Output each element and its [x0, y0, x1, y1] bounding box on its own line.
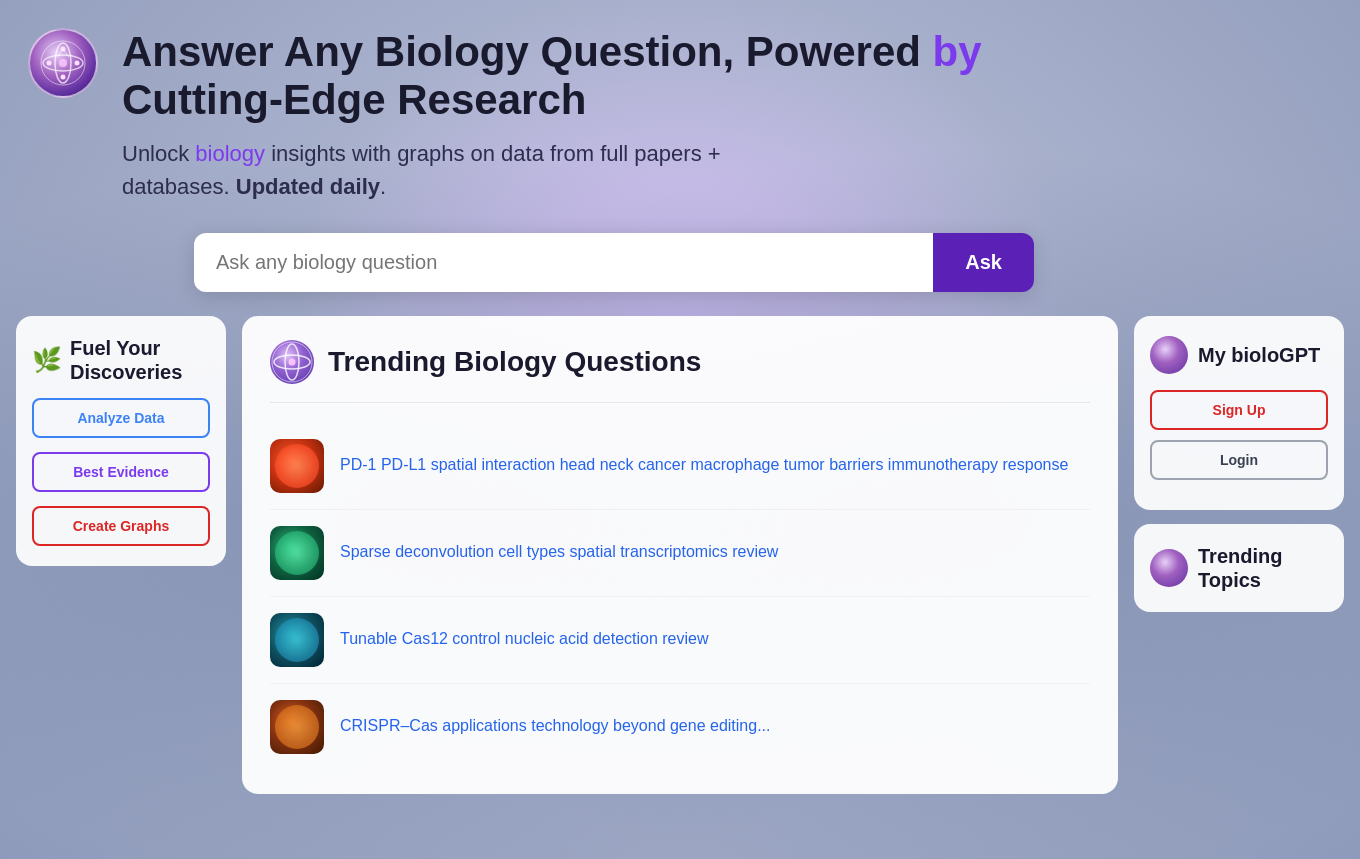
page-title: Answer Any Biology Question, Powered byC…: [122, 28, 982, 125]
table-row[interactable]: PD-1 PD-L1 spatial interaction head neck…: [270, 423, 1090, 510]
biolo-gpt-card: My bioloGPT Sign Up Login: [1134, 316, 1344, 510]
svg-point-5: [47, 61, 52, 66]
question-list: PD-1 PD-L1 spatial interaction head neck…: [270, 423, 1090, 770]
panel-divider: [270, 402, 1090, 403]
biolo-icon: [1150, 336, 1188, 374]
biolo-gpt-title: My bioloGPT: [1150, 336, 1328, 374]
question-thumbnail: [270, 526, 324, 580]
main-content: 🌿 Fuel Your Discoveries Analyze Data Bes…: [0, 316, 1360, 859]
fuel-icon: 🌿: [32, 346, 62, 374]
search-input[interactable]: [194, 233, 933, 292]
question-link[interactable]: PD-1 PD-L1 spatial interaction head neck…: [340, 454, 1068, 476]
login-button[interactable]: Login: [1150, 440, 1328, 480]
table-row[interactable]: Sparse deconvolution cell types spatial …: [270, 510, 1090, 597]
svg-point-6: [75, 61, 80, 66]
trending-icon: [1150, 549, 1188, 587]
question-link[interactable]: CRISPR–Cas applications technology beyon…: [340, 715, 771, 737]
panel-title: Trending Biology Questions: [328, 346, 701, 378]
left-sidebar: 🌿 Fuel Your Discoveries Analyze Data Bes…: [16, 316, 226, 566]
question-thumbnail: [270, 613, 324, 667]
ask-button[interactable]: Ask: [933, 233, 1034, 292]
table-row[interactable]: CRISPR–Cas applications technology beyon…: [270, 684, 1090, 770]
table-row[interactable]: Tunable Cas12 control nucleic acid detec…: [270, 597, 1090, 684]
question-thumbnail: [270, 439, 324, 493]
header: Answer Any Biology Question, Powered byC…: [0, 0, 1360, 223]
center-panel: Trending Biology Questions PD-1 PD-L1 sp…: [242, 316, 1118, 794]
search-bar: Ask: [194, 233, 1034, 292]
create-graphs-button[interactable]: Create Graphs: [32, 506, 210, 546]
analyze-data-button[interactable]: Analyze Data: [32, 398, 210, 438]
sidebar-title: 🌿 Fuel Your Discoveries: [32, 336, 210, 384]
question-link[interactable]: Tunable Cas12 control nucleic acid detec…: [340, 628, 709, 650]
question-thumbnail: [270, 700, 324, 754]
signup-button[interactable]: Sign Up: [1150, 390, 1328, 430]
question-link[interactable]: Sparse deconvolution cell types spatial …: [340, 541, 778, 563]
right-sidebar: My bioloGPT Sign Up Login Trending Topic…: [1134, 316, 1344, 612]
search-area: Ask: [0, 223, 1360, 316]
best-evidence-button[interactable]: Best Evidence: [32, 452, 210, 492]
svg-point-4: [61, 75, 66, 80]
trending-topics-card: Trending Topics: [1134, 524, 1344, 612]
header-subtitle: Unlock biology insights with graphs on d…: [122, 137, 982, 203]
logo[interactable]: [28, 28, 98, 98]
biolo-gpt-name: My bioloGPT: [1198, 343, 1320, 367]
panel-header: Trending Biology Questions: [270, 340, 1090, 384]
biology-link[interactable]: biology: [195, 141, 265, 166]
svg-point-13: [289, 358, 296, 365]
svg-point-9: [59, 59, 67, 67]
trending-label: Trending Topics: [1198, 544, 1328, 592]
sidebar-heading: Fuel Your Discoveries: [70, 336, 210, 384]
panel-icon: [270, 340, 314, 384]
header-text: Answer Any Biology Question, Powered byC…: [122, 28, 982, 203]
trending-card-title: Trending Topics: [1150, 544, 1328, 592]
